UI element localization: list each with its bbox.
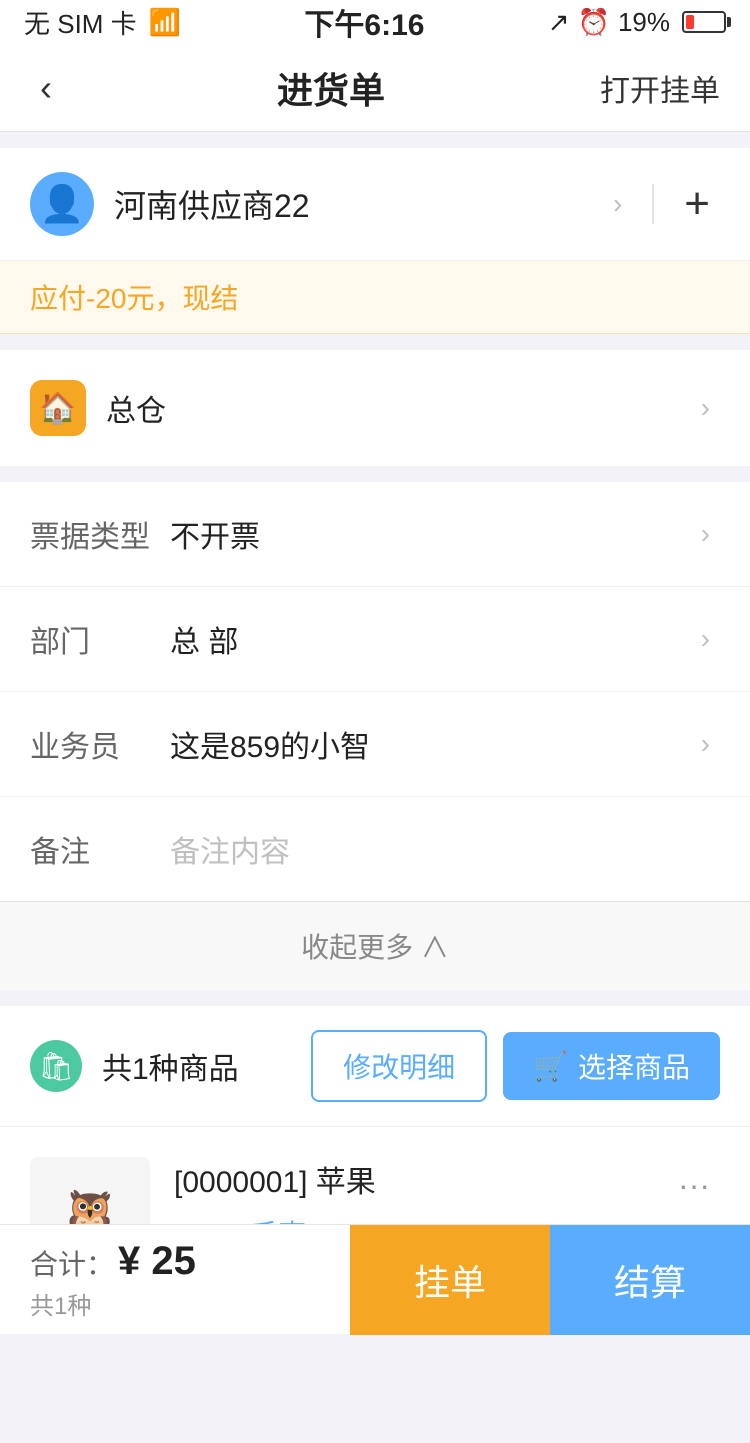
notes-label: 备注 <box>30 827 170 871</box>
fields-card: 票据类型 不开票 › 部门 总 部 › 业务员 这是859的小智 › 备注 备注… <box>0 482 750 990</box>
notes-row[interactable]: 备注 备注内容 <box>0 797 750 901</box>
dept-row[interactable]: 部门 总 部 › <box>0 587 750 692</box>
notes-placeholder: 备注内容 <box>170 827 720 871</box>
total-count: 共1种 <box>30 1286 320 1321</box>
avatar-icon: 👤 <box>40 183 85 225</box>
products-count: 共1种商品 <box>102 1044 311 1088</box>
edit-details-button[interactable]: 修改明细 <box>311 1030 487 1102</box>
bag-icon: 🛍 <box>38 1050 74 1083</box>
invoice-chevron-icon: › <box>701 518 710 550</box>
sales-value: 这是859的小智 <box>170 722 701 766</box>
add-supplier-button[interactable]: + <box>674 179 720 229</box>
warehouse-chevron-icon: › <box>701 392 710 424</box>
warehouse-icon: 🏠 <box>30 380 86 436</box>
products-header: 🛍 共1种商品 修改明细 🛒 选择商品 <box>0 1006 750 1127</box>
supplier-chevron-icon: › <box>613 188 622 220</box>
select-product-label: 选择商品 <box>578 1046 690 1086</box>
back-button[interactable]: ‹ <box>30 57 62 119</box>
invoice-type-row[interactable]: 票据类型 不开票 › <box>0 482 750 587</box>
collapse-button[interactable]: 收起更多 ∧ <box>0 901 750 990</box>
sales-row[interactable]: 业务员 这是859的小智 › <box>0 692 750 797</box>
page-title: 进货单 <box>277 62 385 114</box>
invoice-value: 不开票 <box>170 512 701 556</box>
battery-icon <box>682 11 726 33</box>
dept-chevron-icon: › <box>701 623 710 655</box>
location-icon: ↗ <box>548 7 570 38</box>
product-more-button[interactable]: ··· <box>668 1157 720 1214</box>
warehouse-row[interactable]: 🏠 总仓 › <box>0 350 750 466</box>
warehouse-card: 🏠 总仓 › <box>0 350 750 466</box>
supplier-row[interactable]: 👤 河南供应商22 › + <box>0 148 750 261</box>
status-time: 下午6:16 <box>304 0 424 44</box>
products-icon: 🛍 <box>30 1040 82 1092</box>
status-left: 无 SIM 卡 📶 <box>24 4 181 41</box>
nav-bar: ‹ 进货单 打开挂单 <box>0 44 750 132</box>
sales-chevron-icon: › <box>701 728 710 760</box>
dept-label: 部门 <box>30 617 170 661</box>
total-row: 合计： ¥ 25 <box>30 1239 320 1284</box>
open-hang-button[interactable]: 打开挂单 <box>600 66 720 110</box>
footer: 合计： ¥ 25 共1种 挂单 结算 <box>0 1224 750 1334</box>
battery-percent: 19% <box>618 7 670 38</box>
product-name: [0000001] 苹果 <box>174 1157 668 1201</box>
supplier-avatar: 👤 <box>30 172 94 236</box>
supplier-name: 河南供应商22 <box>114 181 613 227</box>
supplier-divider <box>652 184 654 224</box>
sim-status: 无 SIM 卡 <box>24 4 137 41</box>
footer-total: 合计： ¥ 25 共1种 <box>0 1239 350 1321</box>
invoice-label: 票据类型 <box>30 512 170 556</box>
warehouse-name: 总仓 <box>106 386 701 430</box>
sales-label: 业务员 <box>30 722 170 766</box>
notice-banner: 应付-20元，现结 <box>0 261 750 334</box>
status-right: ↗ ⏰ 19% <box>548 7 726 38</box>
checkout-button[interactable]: 结算 <box>550 1225 750 1335</box>
total-label: 合计： <box>30 1243 114 1283</box>
dept-value: 总 部 <box>170 617 701 661</box>
total-amount: ¥ 25 <box>118 1239 196 1284</box>
cart-icon: 🛒 <box>533 1050 568 1083</box>
supplier-card: 👤 河南供应商22 › + 应付-20元，现结 <box>0 148 750 334</box>
alarm-icon: ⏰ <box>578 7 610 38</box>
status-bar: 无 SIM 卡 📶 下午6:16 ↗ ⏰ 19% <box>0 0 750 44</box>
wifi-icon: 📶 <box>149 7 181 38</box>
select-product-button[interactable]: 🛒 选择商品 <box>503 1032 720 1100</box>
hang-button[interactable]: 挂单 <box>350 1225 550 1335</box>
